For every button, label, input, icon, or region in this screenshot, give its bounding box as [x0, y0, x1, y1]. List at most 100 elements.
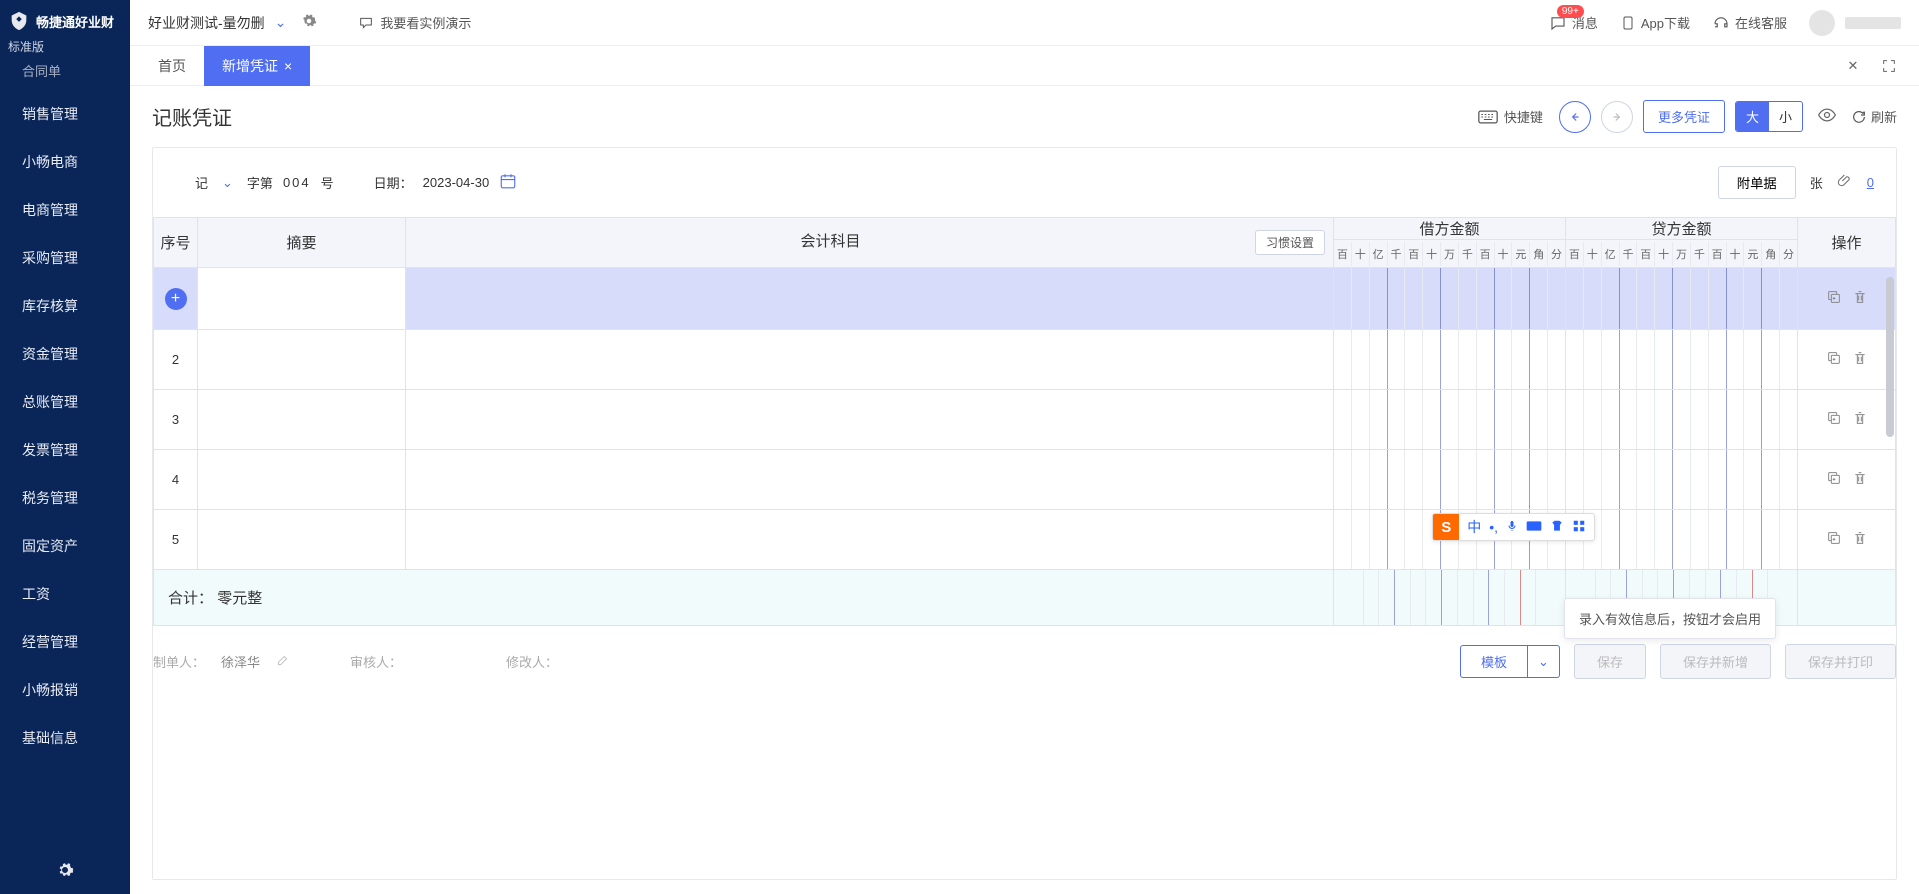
sidebar-item-tax[interactable]: 税务管理 — [0, 474, 130, 522]
copy-row-button[interactable] — [1826, 530, 1842, 549]
messages-button[interactable]: 99+ 消息 — [1549, 13, 1598, 32]
auditor-label: 审核人： — [350, 652, 402, 671]
seq-cell: + — [154, 268, 198, 330]
next-voucher-button[interactable] — [1601, 101, 1633, 133]
sidebar-item-sales[interactable]: 销售管理 — [0, 90, 130, 138]
attach-count[interactable]: 0 — [1867, 175, 1874, 190]
amt-unit: 角 — [1530, 242, 1548, 266]
delete-row-button[interactable] — [1852, 350, 1868, 369]
table-row[interactable]: + — [154, 268, 1896, 330]
sidebar-item-ledger[interactable]: 总账管理 — [0, 378, 130, 426]
ime-keyboard-icon[interactable] — [1526, 519, 1542, 535]
credit-cell[interactable] — [1566, 268, 1798, 330]
tab-new-voucher[interactable]: 新增凭证 × — [204, 46, 310, 86]
sidebar-item-assets[interactable]: 固定资产 — [0, 522, 130, 570]
table-row[interactable]: 5 — [154, 510, 1896, 570]
app-download-button[interactable]: App下载 — [1620, 13, 1690, 32]
demo-link[interactable]: 我要看实例演示 — [358, 13, 471, 32]
sidebar-item-ecom[interactable]: 电商管理 — [0, 186, 130, 234]
delete-row-button[interactable] — [1852, 530, 1868, 549]
ime-punct-icon[interactable]: •, — [1489, 519, 1498, 535]
sidebar-item-clipped[interactable]: 合同单 — [0, 61, 130, 90]
voucher-date[interactable]: 2023-04-30 — [423, 175, 490, 190]
shortcut-button[interactable]: 快捷键 — [1472, 107, 1549, 126]
sidebar-item-mgmt[interactable]: 经营管理 — [0, 618, 130, 666]
edit-maker-button[interactable] — [276, 653, 290, 670]
add-row-button[interactable]: + — [165, 288, 187, 310]
delete-row-button[interactable] — [1852, 470, 1868, 489]
sidebar-item-purchase[interactable]: 采购管理 — [0, 234, 130, 282]
refresh-button[interactable]: 刷新 — [1851, 107, 1897, 126]
copy-row-button[interactable] — [1826, 350, 1842, 369]
template-dropdown[interactable]: ⌄ — [1527, 646, 1559, 677]
credit-cell[interactable] — [1566, 390, 1798, 450]
delete-row-button[interactable] — [1852, 410, 1868, 429]
tab-close-all-button[interactable]: ✕ — [1839, 52, 1867, 80]
sidebar-item-invoice[interactable]: 发票管理 — [0, 426, 130, 474]
sidebar-item-basic[interactable]: 基础信息 — [0, 714, 130, 762]
template-button[interactable]: 模板 ⌄ — [1460, 645, 1560, 678]
table-row[interactable]: 4 — [154, 450, 1896, 510]
ime-mic-icon[interactable] — [1506, 519, 1518, 536]
subject-cell[interactable] — [406, 390, 1334, 450]
subject-cell[interactable] — [406, 268, 1334, 330]
debit-cell[interactable] — [1334, 268, 1566, 330]
sidebar-item-funds[interactable]: 资金管理 — [0, 330, 130, 378]
org-settings-button[interactable] — [300, 12, 318, 33]
calendar-icon[interactable] — [499, 172, 517, 193]
summary-cell[interactable] — [198, 330, 406, 390]
subject-cell[interactable] — [406, 450, 1334, 510]
summary-input[interactable] — [202, 272, 401, 322]
table-scrollbar[interactable] — [1884, 217, 1896, 626]
sidebar-item-inventory[interactable]: 库存核算 — [0, 282, 130, 330]
voucher-type[interactable]: 记 — [195, 173, 208, 192]
credit-cell[interactable] — [1566, 450, 1798, 510]
close-icon[interactable]: × — [284, 58, 292, 74]
copy-row-button[interactable] — [1826, 470, 1842, 489]
table-row[interactable]: 2 — [154, 330, 1896, 390]
user-block[interactable] — [1809, 10, 1901, 36]
credit-cell[interactable] — [1566, 510, 1798, 570]
debit-cell[interactable] — [1334, 330, 1566, 390]
sidebar-item-salary[interactable]: 工资 — [0, 570, 130, 618]
debit-cell[interactable] — [1334, 390, 1566, 450]
copy-row-button[interactable] — [1826, 410, 1842, 429]
fullscreen-button[interactable] — [1875, 52, 1903, 80]
summary-cell[interactable] — [198, 390, 406, 450]
ime-skin-icon[interactable] — [1550, 519, 1564, 536]
amt-unit: 百 — [1566, 242, 1584, 266]
view-button[interactable] — [1813, 105, 1841, 128]
ime-lang[interactable]: 中 — [1467, 517, 1481, 537]
copy-row-button[interactable] — [1826, 289, 1842, 308]
summary-cell[interactable] — [198, 510, 406, 570]
sidebar-item-expense[interactable]: 小畅报销 — [0, 666, 130, 714]
customer-service-button[interactable]: 在线客服 — [1712, 13, 1787, 32]
amt-unit: 百 — [1477, 242, 1495, 266]
habit-settings-button[interactable]: 习惯设置 — [1255, 230, 1325, 255]
more-vouchers-button[interactable]: 更多凭证 — [1643, 100, 1725, 133]
summary-cell[interactable] — [198, 450, 406, 510]
chevron-down-icon[interactable]: ⌄ — [222, 175, 233, 191]
size-large-button[interactable]: 大 — [1736, 102, 1769, 131]
save-print-button: 保存并打印 — [1785, 644, 1896, 679]
table-row[interactable]: 3 — [154, 390, 1896, 450]
subject-cell[interactable] — [406, 330, 1334, 390]
subject-cell[interactable] — [406, 510, 1334, 570]
sidebar-item-eshop[interactable]: 小畅电商 — [0, 138, 130, 186]
sidebar-settings[interactable] — [0, 849, 130, 894]
seq-cell: 4 — [154, 450, 198, 510]
summary-cell[interactable] — [198, 268, 406, 330]
credit-cell[interactable] — [1566, 330, 1798, 390]
size-small-button[interactable]: 小 — [1769, 102, 1802, 131]
voucher-number[interactable]: 004 — [283, 175, 311, 190]
org-selector[interactable]: 好业财测试-量勿删 ⌄ — [148, 13, 286, 33]
prev-voucher-button[interactable] — [1559, 101, 1591, 133]
attach-button[interactable]: 附单据 — [1718, 166, 1796, 199]
debit-cell[interactable] — [1334, 450, 1566, 510]
ime-menu-icon[interactable] — [1572, 519, 1586, 536]
delete-row-button[interactable] — [1852, 289, 1868, 308]
ime-toolbar[interactable]: S 中 •, — [1432, 513, 1595, 541]
th-credit: 贷方金额 — [1566, 218, 1798, 240]
tab-home[interactable]: 首页 — [140, 46, 204, 86]
template-label: 模板 — [1461, 646, 1527, 677]
